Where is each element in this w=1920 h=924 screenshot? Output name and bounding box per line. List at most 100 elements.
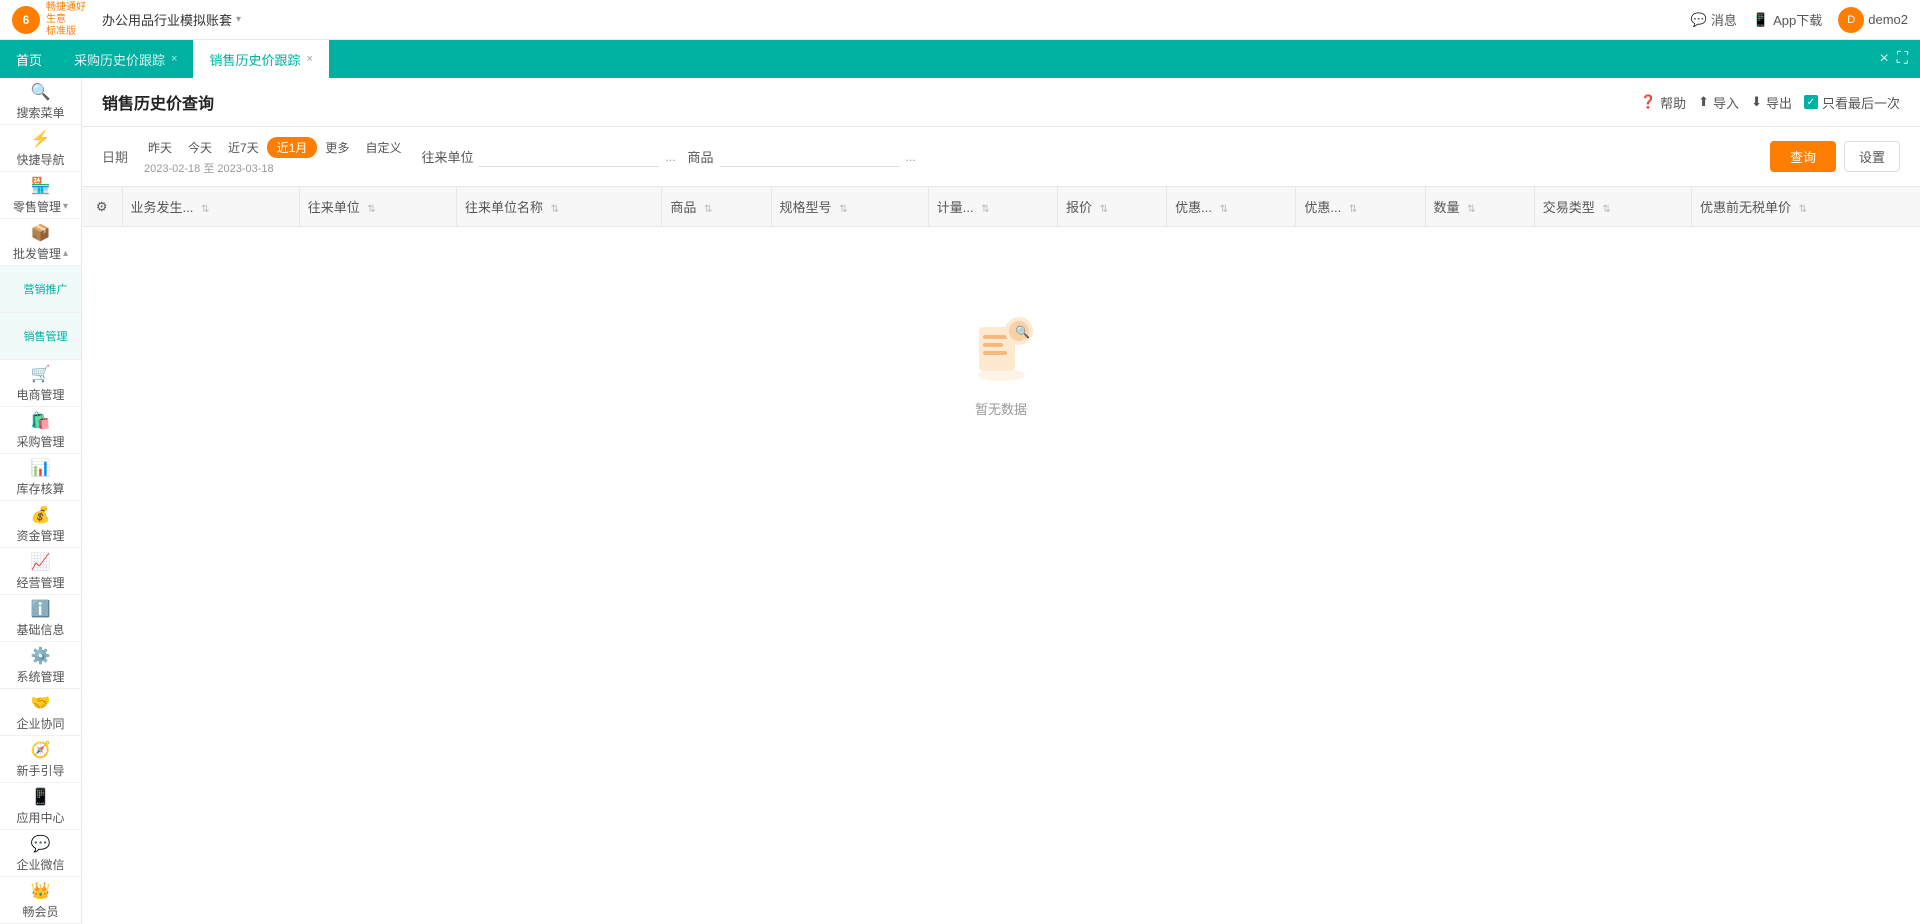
page-title-row: 销售历史价查询 ❓ 帮助 ⬆ 导入 ⬇ 导出 ✓ [102, 90, 1900, 114]
sort-icon-customer-code: ⇅ [367, 204, 375, 215]
svg-text:🔍: 🔍 [1015, 324, 1030, 339]
sort-icon-discount2: ⇅ [1349, 204, 1357, 215]
sidebar-item-wechat[interactable]: 💬 企业微信 [0, 830, 81, 877]
customer-filter: 往来单位 ... [421, 147, 675, 167]
th-customer-code[interactable]: 往来单位 ⇅ [299, 187, 456, 227]
export-icon: ⬇ [1751, 94, 1762, 110]
th-biz-date[interactable]: 业务发生... ⇅ [122, 187, 299, 227]
only-latest-toggle[interactable]: ✓ 只看最后一次 [1804, 93, 1900, 112]
table-container: ⚙ 业务发生... ⇅ 往来单位 ⇅ 往来单位名称 ⇅ [82, 187, 1920, 924]
th-trade-type[interactable]: 交易类型 ⇅ [1534, 187, 1691, 227]
sidebar-item-finance[interactable]: 💰 资金管理 [0, 501, 81, 548]
gear-icon: ⚙ [96, 199, 108, 214]
sidebar-item-enterprise[interactable]: 🤝 企业协同 [0, 689, 81, 736]
sidebar: 🔍 搜索菜单 ⚡ 快捷导航 🏪 零售管理 ▾ 📦 批发管理 ▴ 营销推广 销售管… [0, 78, 82, 924]
sidebar-item-wholesale[interactable]: 📦 批发管理 ▴ [0, 219, 81, 266]
message-button[interactable]: 💬 消息 [1691, 10, 1737, 29]
sort-icon-unit: ⇅ [981, 204, 989, 215]
sidebar-item-ecommerce[interactable]: 🛒 电商管理 [0, 360, 81, 407]
date-btn-today[interactable]: 今天 [180, 137, 220, 158]
ecommerce-icon: 🛒 [31, 364, 51, 384]
finance-icon: 💰 [31, 505, 51, 525]
close-window-button[interactable]: × [1879, 51, 1888, 67]
sidebar-item-app-center[interactable]: 📱 应用中心 [0, 783, 81, 830]
sidebar-item-search[interactable]: 🔍 搜索菜单 [0, 78, 81, 125]
th-product[interactable]: 商品 ⇅ [662, 187, 771, 227]
tab-purchase-history[interactable]: 采购历史价跟踪 × [58, 40, 193, 78]
th-spec[interactable]: 规格型号 ⇅ [771, 187, 928, 227]
th-notax-price[interactable]: 优惠前无税单价 ⇅ [1691, 187, 1920, 227]
tab-close-purchase[interactable]: × [171, 54, 177, 65]
product-ellipsis[interactable]: ... [906, 150, 916, 164]
table-header-row: ⚙ 业务发生... ⇅ 往来单位 ⇅ 往来单位名称 ⇅ [82, 187, 1920, 227]
sort-icon-quantity: ⇅ [1467, 204, 1475, 215]
download-icon: 📱 [1753, 12, 1769, 28]
inventory-icon: 📊 [31, 458, 51, 478]
date-btn-more[interactable]: 更多 [317, 137, 357, 158]
import-button[interactable]: ⬆ 导入 [1698, 93, 1739, 112]
header-right: 💬 消息 📱 App下载 D demo2 [1691, 7, 1908, 33]
tab-home[interactable]: 首页 [0, 40, 58, 78]
date-btn-last7days[interactable]: 近7天 [220, 137, 267, 158]
retail-arrow-icon: ▾ [63, 201, 68, 212]
top-header: 6 畅捷通好生意 标准版 办公用品行业模拟账套 ▾ 💬 消息 📱 App下载 D… [0, 0, 1920, 40]
date-btn-custom[interactable]: 自定义 [357, 137, 409, 158]
sidebar-item-inventory[interactable]: 📊 库存核算 [0, 454, 81, 501]
date-btn-yesterday[interactable]: 昨天 [140, 137, 180, 158]
settings-button[interactable]: 设置 [1844, 141, 1900, 172]
th-unit[interactable]: 计量... ⇅ [928, 187, 1057, 227]
date-btn-last1month[interactable]: 近1月 [267, 137, 318, 158]
enterprise-icon: 🤝 [31, 693, 51, 713]
sort-icon-trade-type: ⇅ [1602, 204, 1610, 215]
th-gear[interactable]: ⚙ [82, 187, 122, 227]
customer-input[interactable] [479, 147, 659, 167]
sidebar-item-marketing[interactable]: 营销推广 [0, 266, 81, 313]
vip-icon: 👑 [31, 881, 51, 901]
app-download-button[interactable]: 📱 App下载 [1753, 10, 1822, 29]
sidebar-item-basic-info[interactable]: ℹ️ 基础信息 [0, 595, 81, 642]
logo-area: 6 畅捷通好生意 标准版 [12, 2, 94, 38]
th-customer-name[interactable]: 往来单位名称 ⇅ [457, 187, 662, 227]
filter-row: 日期 昨天 今天 近7天 近1月 更多 自定义 2023-02-18 至 202… [82, 127, 1920, 187]
date-buttons: 昨天 今天 近7天 近1月 更多 自定义 [140, 137, 409, 158]
user-menu[interactable]: D demo2 [1838, 7, 1908, 33]
th-discount2[interactable]: 优惠... ⇅ [1296, 187, 1425, 227]
operations-icon: 📈 [31, 552, 51, 572]
th-quantity[interactable]: 数量 ⇅ [1425, 187, 1534, 227]
sidebar-item-vip[interactable]: 👑 畅会员 [0, 877, 81, 924]
product-input[interactable] [720, 147, 900, 167]
sidebar-item-sales-mgmt[interactable]: 销售管理 [0, 313, 81, 360]
sort-icon-spec: ⇅ [839, 204, 847, 215]
purchase-icon: 🛍️ [31, 411, 51, 431]
wholesale-icon: 📦 [31, 223, 51, 243]
sidebar-item-retail[interactable]: 🏪 零售管理 ▾ [0, 172, 81, 219]
empty-state-icon: 🔍 [961, 307, 1041, 387]
system-icon: ⚙️ [31, 646, 51, 666]
sidebar-item-system[interactable]: ⚙️ 系统管理 [0, 642, 81, 689]
sidebar-item-quick-nav[interactable]: ⚡ 快捷导航 [0, 125, 81, 172]
customer-ellipsis[interactable]: ... [665, 150, 675, 164]
avatar: D [1838, 7, 1864, 33]
app-switcher[interactable]: 办公用品行业模拟账套 ▾ [102, 10, 1683, 29]
th-price[interactable]: 报价 ⇅ [1057, 187, 1166, 227]
tab-sales-history[interactable]: 销售历史价跟踪 × [193, 40, 328, 78]
query-button[interactable]: 查询 [1770, 141, 1836, 172]
tab-close-sales[interactable]: × [306, 54, 312, 65]
product-filter: 商品 ... [687, 147, 915, 167]
content-area: 销售历史价查询 ❓ 帮助 ⬆ 导入 ⬇ 导出 ✓ [82, 78, 1920, 924]
sidebar-item-guide[interactable]: 🧭 新手引导 [0, 736, 81, 783]
sidebar-item-purchase[interactable]: 🛍️ 采购管理 [0, 407, 81, 454]
page-title: 销售历史价查询 [102, 90, 214, 114]
sidebar-item-operations[interactable]: 📈 经营管理 [0, 548, 81, 595]
date-range-text: 2023-02-18 至 2023-03-18 [144, 160, 409, 176]
th-discount1[interactable]: 优惠... ⇅ [1167, 187, 1296, 227]
wholesale-arrow-icon: ▴ [63, 248, 68, 259]
retail-icon: 🏪 [31, 176, 51, 196]
help-button[interactable]: ❓ 帮助 [1640, 93, 1686, 112]
wechat-icon: 💬 [31, 834, 51, 854]
export-button[interactable]: ⬇ 导出 [1751, 93, 1792, 112]
dropdown-arrow-icon: ▾ [236, 14, 241, 25]
customer-filter-label: 往来单位 [421, 147, 473, 166]
sort-icon-price: ⇅ [1100, 204, 1108, 215]
fullscreen-button[interactable]: ⛶ [1897, 51, 1908, 67]
